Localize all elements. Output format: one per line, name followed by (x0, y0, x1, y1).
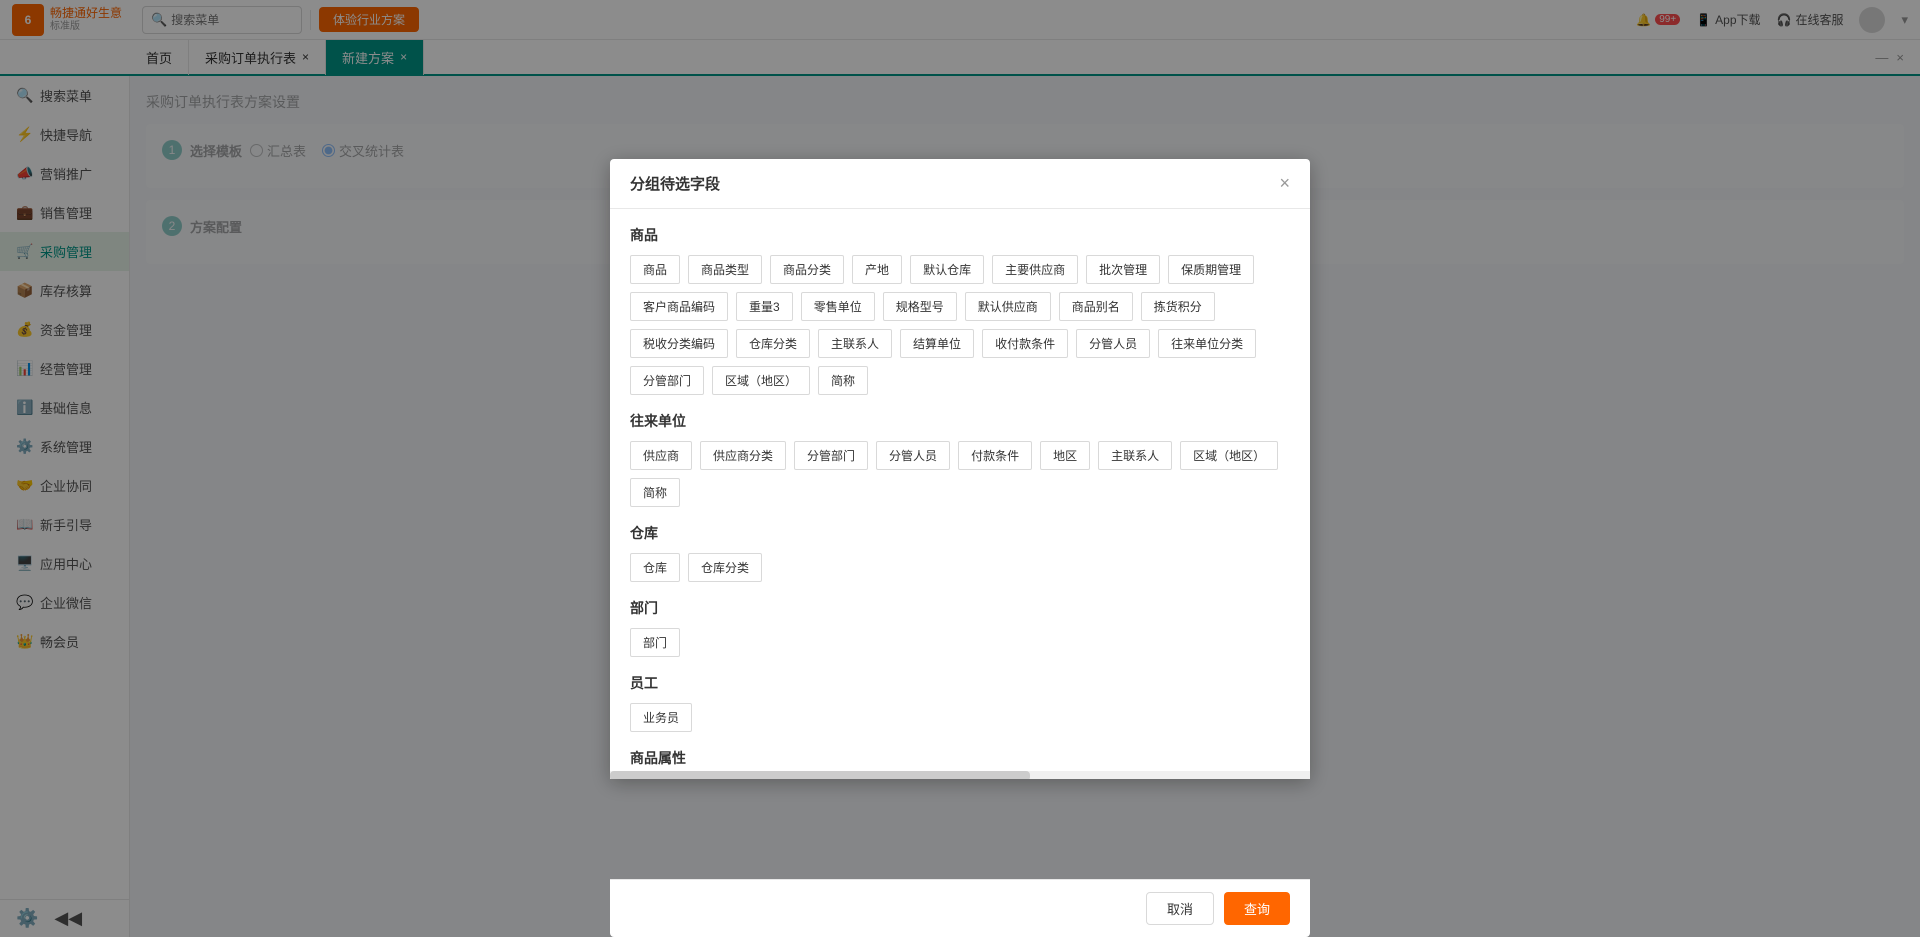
cancel-button[interactable]: 取消 (1146, 892, 1214, 925)
modal-hscroll-thumb (610, 771, 1030, 779)
field-tag-department[interactable]: 部门 (630, 628, 680, 657)
field-tag-default-warehouse[interactable]: 默认仓库 (910, 255, 984, 284)
section-product-attr: 商品属性 属性 颜色 多规格 尺码 鞋码 1 (630, 748, 1290, 771)
field-tag-origin[interactable]: 产地 (852, 255, 902, 284)
field-tag-partner-contact[interactable]: 主联系人 (1098, 441, 1172, 470)
field-tag-payment-terms[interactable]: 收付款条件 (982, 329, 1068, 358)
field-tag-supplier[interactable]: 供应商 (630, 441, 692, 470)
field-tag-payment-cond[interactable]: 付款条件 (958, 441, 1032, 470)
section-dept: 部门 部门 (630, 598, 1290, 657)
field-tag-product-type[interactable]: 商品类型 (688, 255, 762, 284)
field-tag-partner-dept[interactable]: 分管部门 (794, 441, 868, 470)
field-tag-dept[interactable]: 分管部门 (630, 366, 704, 395)
employee-tags: 业务员 (630, 703, 1290, 732)
modal-footer: 取消 查询 (610, 879, 1310, 937)
section-product: 商品 商品 商品类型 商品分类 产地 默认仓库 主要供应商 批次管理 保质期管理… (630, 225, 1290, 395)
section-warehouse: 仓库 仓库 仓库分类 (630, 523, 1290, 582)
field-tag-supplier-category[interactable]: 供应商分类 (700, 441, 786, 470)
field-tag-batch-mgmt[interactable]: 批次管理 (1086, 255, 1160, 284)
confirm-button[interactable]: 查询 (1224, 892, 1290, 925)
dept-tags: 部门 (630, 628, 1290, 657)
field-tag-product[interactable]: 商品 (630, 255, 680, 284)
field-tag-partner-region[interactable]: 区域（地区） (1180, 441, 1278, 470)
modal-header: 分组待选字段 × (610, 159, 1310, 209)
section-partner-title: 往来单位 (630, 411, 1290, 431)
field-tag-product-alias[interactable]: 商品别名 (1059, 292, 1133, 321)
field-tag-main-supplier[interactable]: 主要供应商 (992, 255, 1078, 284)
field-tag-partner-manager[interactable]: 分管人员 (876, 441, 950, 470)
field-tag-tax-code[interactable]: 税收分类编码 (630, 329, 728, 358)
field-tag-partner-category[interactable]: 往来单位分类 (1158, 329, 1256, 358)
field-tag-default-supplier[interactable]: 默认供应商 (965, 292, 1051, 321)
modal-title: 分组待选字段 (630, 173, 720, 194)
product-tags: 商品 商品类型 商品分类 产地 默认仓库 主要供应商 批次管理 保质期管理 客户… (630, 255, 1290, 395)
field-tag-weight[interactable]: 重量3 (736, 292, 793, 321)
field-select-modal: 分组待选字段 × 商品 商品 商品类型 商品分类 产地 默认仓库 主要供应商 批… (610, 159, 1310, 779)
field-tag-warehouse-category[interactable]: 仓库分类 (736, 329, 810, 358)
section-partner: 往来单位 供应商 供应商分类 分管部门 分管人员 付款条件 地区 主联系人 区域… (630, 411, 1290, 507)
field-tag-wh-category[interactable]: 仓库分类 (688, 553, 762, 582)
field-tag-salesperson[interactable]: 业务员 (630, 703, 692, 732)
field-tag-product-category[interactable]: 商品分类 (770, 255, 844, 284)
section-employee: 员工 业务员 (630, 673, 1290, 732)
field-tag-abbr[interactable]: 简称 (818, 366, 868, 395)
field-tag-customer-code[interactable]: 客户商品编码 (630, 292, 728, 321)
field-tag-partner-abbr[interactable]: 简称 (630, 478, 680, 507)
field-tag-spec[interactable]: 规格型号 (883, 292, 957, 321)
partner-tags: 供应商 供应商分类 分管部门 分管人员 付款条件 地区 主联系人 区域（地区） … (630, 441, 1290, 507)
field-tag-warehouse[interactable]: 仓库 (630, 553, 680, 582)
section-product-attr-title: 商品属性 (630, 748, 1290, 768)
warehouse-tags: 仓库 仓库分类 (630, 553, 1290, 582)
field-tag-pick-points[interactable]: 拣货积分 (1141, 292, 1215, 321)
section-warehouse-title: 仓库 (630, 523, 1290, 543)
modal-hscroll-track[interactable] (610, 771, 1310, 779)
field-tag-manager[interactable]: 分管人员 (1076, 329, 1150, 358)
field-tag-region[interactable]: 区域（地区） (712, 366, 810, 395)
field-tag-settlement-unit[interactable]: 结算单位 (900, 329, 974, 358)
modal-close-icon[interactable]: × (1279, 174, 1290, 192)
section-product-title: 商品 (630, 225, 1290, 245)
field-tag-area[interactable]: 地区 (1040, 441, 1090, 470)
field-tag-retail-unit[interactable]: 零售单位 (801, 292, 875, 321)
section-employee-title: 员工 (630, 673, 1290, 693)
field-tag-main-contact[interactable]: 主联系人 (818, 329, 892, 358)
modal-body: 商品 商品 商品类型 商品分类 产地 默认仓库 主要供应商 批次管理 保质期管理… (610, 209, 1310, 771)
section-dept-title: 部门 (630, 598, 1290, 618)
field-tag-quality-mgmt[interactable]: 保质期管理 (1168, 255, 1254, 284)
modal-overlay: 分组待选字段 × 商品 商品 商品类型 商品分类 产地 默认仓库 主要供应商 批… (0, 0, 1920, 937)
